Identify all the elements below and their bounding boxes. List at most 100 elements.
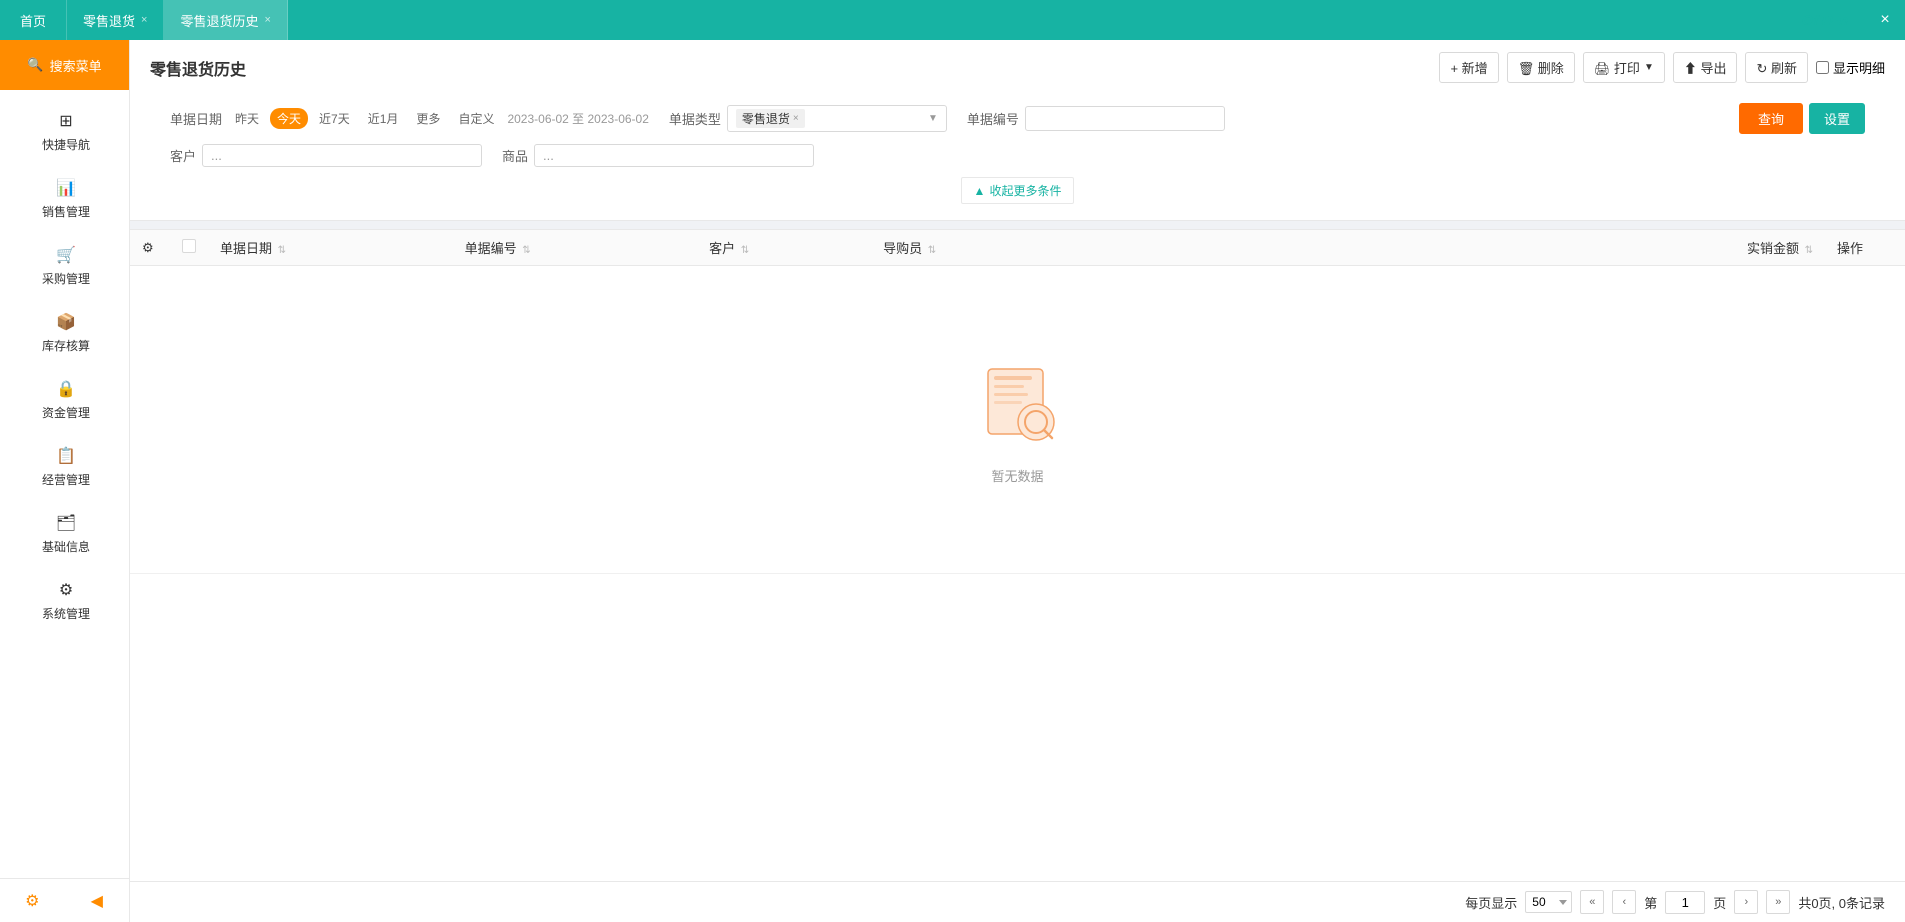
inventory-icon: 📦 <box>55 311 77 333</box>
sidebar-item-finance-label: 资金管理 <box>42 404 90 421</box>
sidebar-search-button[interactable]: 🔍 搜索菜单 <box>0 40 129 90</box>
page-first-button[interactable]: « <box>1580 890 1604 914</box>
page-last-button[interactable]: » <box>1766 890 1790 914</box>
sidebar-item-basic-info-label: 基础信息 <box>42 538 90 555</box>
per-page-select[interactable]: 50 10 20 100 <box>1525 891 1572 913</box>
data-table: ⚙ 单据日期 ⇅ 单据编号 ⇅ <box>130 229 1905 574</box>
col-date-sort-icon[interactable]: ⇅ <box>278 245 286 256</box>
tab-home[interactable]: 首页 <box>0 0 67 40</box>
date-option-7days[interactable]: 近7天 <box>312 108 357 129</box>
voucher-number-input[interactable] <box>1025 106 1225 131</box>
col-guide-sort-icon[interactable]: ⇅ <box>928 245 936 256</box>
sidebar-item-quick-nav[interactable]: ⊞ 快捷导航 <box>0 98 129 165</box>
show-detail-label: 显示明细 <box>1833 58 1885 77</box>
sidebar-item-inventory[interactable]: 📦 库存核算 <box>0 299 129 366</box>
sidebar-item-system-mgmt-label: 系统管理 <box>42 605 90 622</box>
select-all-checkbox[interactable] <box>182 239 196 253</box>
date-option-today[interactable]: 今天 <box>270 108 308 129</box>
filter-row-2: 客户 ... 商品 ... <box>170 144 1865 167</box>
goods-filter-label: 商品 <box>502 146 528 165</box>
col-settings[interactable]: ⚙ <box>130 230 170 266</box>
sales-mgmt-icon: 📊 <box>55 177 77 199</box>
goods-select[interactable]: ... <box>534 144 814 167</box>
col-number-sort-icon[interactable]: ⇅ <box>522 245 530 256</box>
filter-row-1: 单据日期 昨天 今天 近7天 近1月 更多 自定义 2023-06-02 至 2… <box>170 103 1865 134</box>
col-date-label: 单据日期 <box>220 241 272 256</box>
sidebar-item-quick-nav-label: 快捷导航 <box>42 136 90 153</box>
voucher-number-label: 单据编号 <box>967 109 1019 128</box>
date-option-more[interactable]: 更多 <box>409 108 447 129</box>
page-next-button[interactable]: › <box>1734 890 1758 914</box>
refresh-button[interactable]: ↻ 刷新 <box>1745 52 1808 83</box>
tab-retail-return-history-close[interactable]: × <box>264 14 270 26</box>
customer-select[interactable]: ... <box>202 144 482 167</box>
date-option-1month[interactable]: 近1月 <box>361 108 406 129</box>
query-button[interactable]: 查询 <box>1739 103 1803 134</box>
collapse-button[interactable]: ▲ 收起更多条件 <box>961 177 1075 204</box>
col-checkbox[interactable] <box>170 230 208 266</box>
print-dropdown-icon: ▼ <box>1644 62 1654 73</box>
sidebar-item-inventory-label: 库存核算 <box>42 337 90 354</box>
col-customer-sort-icon[interactable]: ⇅ <box>741 245 749 256</box>
date-option-yesterday[interactable]: 昨天 <box>228 108 266 129</box>
tab-retail-return-history[interactable]: 零售退货历史 × <box>164 0 287 40</box>
tab-retail-return[interactable]: 零售退货 × <box>67 0 164 40</box>
sidebar-item-system-mgmt[interactable]: ⚙ 系统管理 <box>0 567 129 634</box>
settings-action-button[interactable]: 设置 <box>1809 103 1865 134</box>
basic-info-icon: 🗂 <box>55 512 77 534</box>
customer-ellipsis: ... <box>211 148 222 163</box>
col-date: 单据日期 ⇅ <box>208 230 453 266</box>
col-amount-sort-icon[interactable]: ⇅ <box>1805 245 1813 256</box>
date-options: 昨天 今天 近7天 近1月 更多 自定义 <box>228 108 501 129</box>
system-mgmt-icon: ⚙ <box>55 579 77 601</box>
page-number-input[interactable] <box>1665 891 1705 914</box>
table-header-row: ⚙ 单据日期 ⇅ 单据编号 ⇅ <box>130 230 1905 266</box>
date-option-custom[interactable]: 自定义 <box>451 108 501 129</box>
sidebar-item-operations[interactable]: 📋 经营管理 <box>0 433 129 500</box>
sidebar-bottom: ⚙ ◀ <box>0 878 129 922</box>
export-button[interactable]: ⬆ 导出 <box>1673 52 1738 83</box>
col-guide: 导购员 ⇅ <box>871 230 1080 266</box>
main-layout: 🔍 搜索菜单 ⊞ 快捷导航 📊 销售管理 🛒 采购管理 📦 库存核算 🔒 <box>0 40 1905 922</box>
search-icon: 🔍 <box>27 57 43 73</box>
voucher-type-select[interactable]: 零售退货 × ▼ <box>727 105 947 132</box>
delete-button[interactable]: 🗑 删除 <box>1507 52 1575 83</box>
voucher-type-tag-close[interactable]: × <box>793 113 799 124</box>
collapse-icon: ▲ <box>974 184 986 198</box>
table-settings-icon[interactable]: ⚙ <box>142 240 154 255</box>
print-button-label: 🖨 打印 <box>1594 58 1640 77</box>
empty-illustration <box>968 354 1068 454</box>
print-button[interactable]: 🖨 打印 ▼ <box>1583 52 1665 83</box>
new-button-label: + 新增 <box>1450 58 1487 77</box>
sidebar-item-purchase-mgmt[interactable]: 🛒 采购管理 <box>0 232 129 299</box>
empty-state-row: 暂无数据 <box>130 266 1905 574</box>
voucher-type-filter: 单据类型 零售退货 × ▼ <box>669 105 947 132</box>
sidebar-item-sales-mgmt[interactable]: 📊 销售管理 <box>0 165 129 232</box>
new-button[interactable]: + 新增 <box>1439 52 1498 83</box>
top-bar-right: OfTEn <box>1802 12 1865 28</box>
show-detail-checkbox[interactable] <box>1816 61 1829 74</box>
sidebar-settings-button[interactable]: ⚙ <box>0 879 65 922</box>
sidebar-collapse-button[interactable]: ◀ <box>65 879 130 922</box>
col-spacer <box>1080 230 1580 266</box>
query-action-group: 查询 设置 <box>1739 103 1865 134</box>
voucher-type-tag: 零售退货 × <box>736 109 805 128</box>
content-area: 零售退货历史 + 新增 🗑 删除 🖨 打印 ▼ ⬆ 导出 <box>130 40 1905 922</box>
empty-text: 暂无数据 <box>991 466 1043 485</box>
filter-area: 单据日期 昨天 今天 近7天 近1月 更多 自定义 2023-06-02 至 2… <box>150 93 1885 220</box>
collapse-label: 收起更多条件 <box>989 182 1061 199</box>
window-close-button[interactable]: × <box>1865 0 1905 40</box>
sidebar: 🔍 搜索菜单 ⊞ 快捷导航 📊 销售管理 🛒 采购管理 📦 库存核算 🔒 <box>0 40 130 922</box>
tab-retail-return-close[interactable]: × <box>141 14 147 26</box>
page-prev-button[interactable]: ‹ <box>1612 890 1636 914</box>
voucher-type-label: 单据类型 <box>669 109 721 128</box>
voucher-type-tag-text: 零售退货 <box>742 110 790 127</box>
sidebar-item-finance[interactable]: 🔒 资金管理 <box>0 366 129 433</box>
page-actions: + 新增 🗑 删除 🖨 打印 ▼ ⬆ 导出 ↻ 刷新 <box>1439 52 1885 83</box>
page-jump-suffix: 页 <box>1713 893 1726 912</box>
total-label: 共0页, 0条记录 <box>1798 893 1885 912</box>
show-detail-checkbox-label[interactable]: 显示明细 <box>1816 58 1885 77</box>
sidebar-item-basic-info[interactable]: 🗂 基础信息 <box>0 500 129 567</box>
goods-ellipsis: ... <box>543 148 554 163</box>
col-guide-label: 导购员 <box>883 241 922 256</box>
